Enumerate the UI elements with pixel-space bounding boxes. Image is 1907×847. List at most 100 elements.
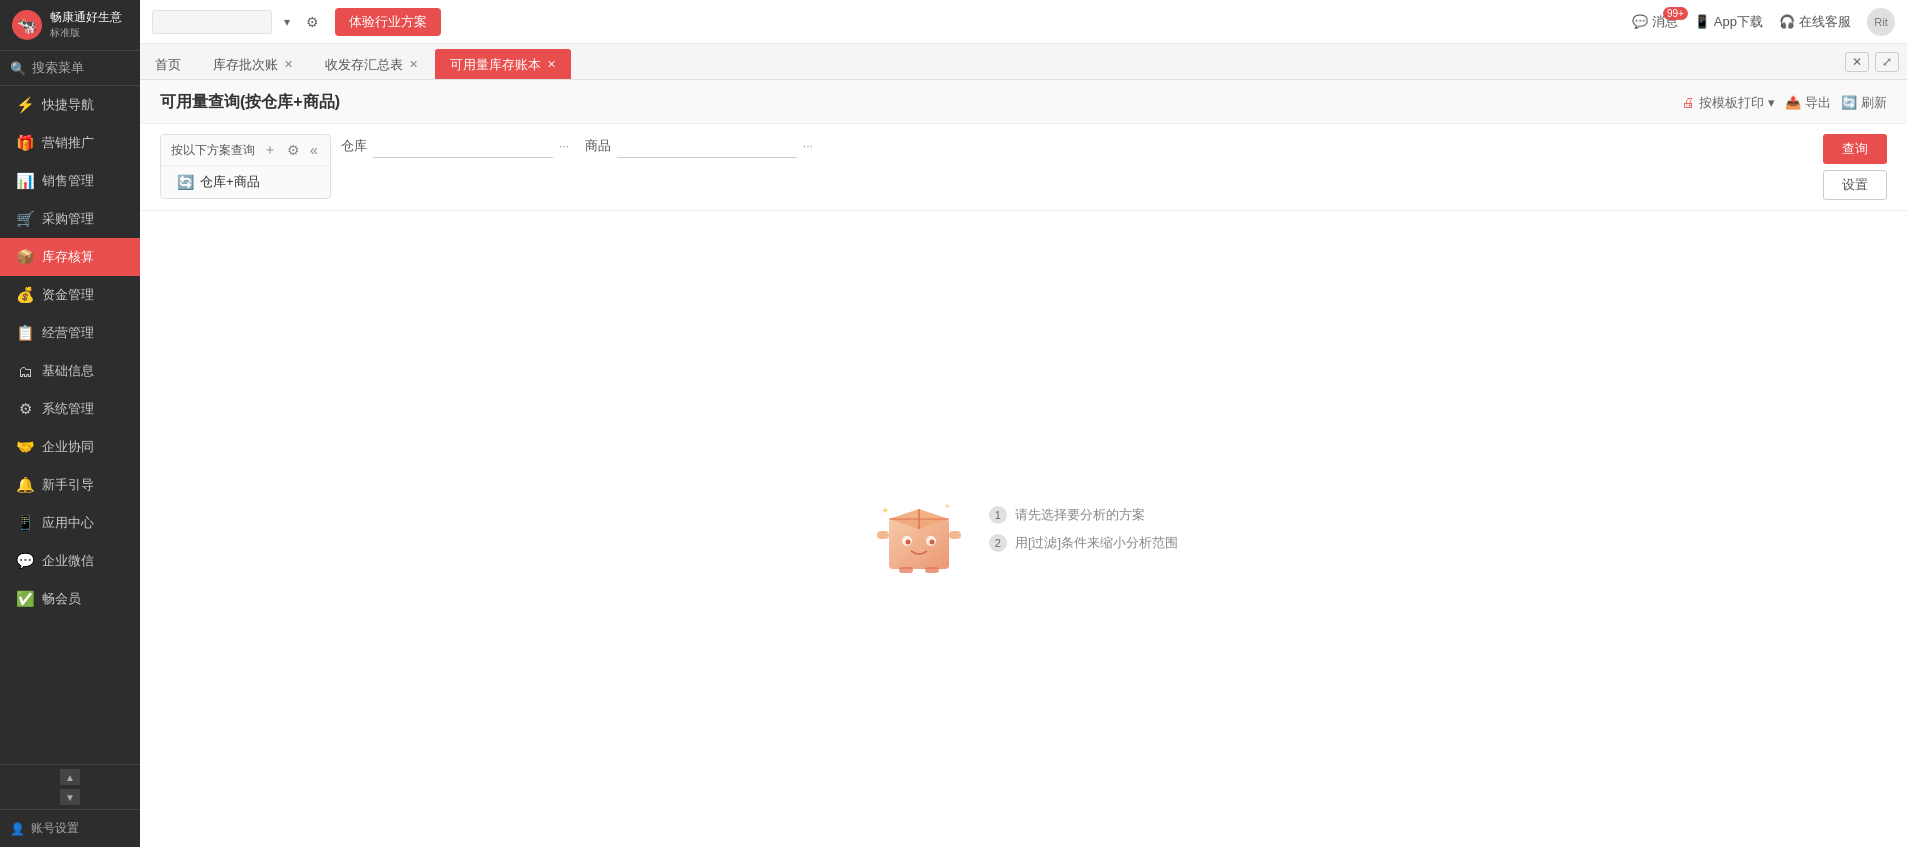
sidebar-brand: 🐄 畅康通好生意 标准版	[0, 0, 140, 51]
sidebar-nav: ⚡ 快捷导航 🎁 营销推广 📊 销售管理 🛒 采购管理 📦 库存核算 💰 资金管…	[0, 86, 140, 764]
warehouse-more-btn[interactable]: ···	[559, 139, 569, 153]
sidebar-item-inventory[interactable]: 📦 库存核算	[0, 238, 140, 276]
tab-label-home: 首页	[155, 56, 181, 74]
sidebar-item-app-center[interactable]: 📱 应用中心	[0, 504, 140, 542]
tabs-maximize-btn[interactable]: ⤢	[1875, 52, 1899, 72]
sidebar-item-quick-nav[interactable]: ⚡ 快捷导航	[0, 86, 140, 124]
goods-input[interactable]	[617, 134, 797, 158]
brand-name: 畅康通好生意	[50, 10, 122, 26]
nav-icon-member: ✅	[16, 590, 34, 608]
footer-label: 账号设置	[31, 820, 79, 837]
scheme-item-warehouse-goods[interactable]: 🔄 仓库+商品	[161, 166, 330, 198]
sidebar-item-operations[interactable]: 📋 经营管理	[0, 314, 140, 352]
sidebar: 🐄 畅康通好生意 标准版 🔍 搜索菜单 ⚡ 快捷导航 🎁 营销推广 📊 销售管理…	[0, 0, 140, 847]
sidebar-item-finance[interactable]: 💰 资金管理	[0, 276, 140, 314]
app-download-btn[interactable]: 📱 App下载	[1694, 13, 1763, 31]
sidebar-footer[interactable]: 👤 账号设置	[0, 809, 140, 847]
sidebar-search[interactable]: 🔍 搜索菜单	[0, 51, 140, 86]
sidebar-item-enterprise[interactable]: 🤝 企业协同	[0, 428, 140, 466]
scheme-settings-btn[interactable]: ⚙	[285, 142, 302, 158]
app-icon: 📱	[1694, 14, 1710, 29]
industry-btn[interactable]: 体验行业方案	[335, 8, 441, 36]
empty-state: ✦ ✦ 1 请先选择要分析的方案 2 用[过滤]条件来缩小分析范围	[140, 211, 1907, 847]
tab-home[interactable]: 首页	[140, 49, 196, 79]
brand-text-group: 畅康通好生意 标准版	[50, 10, 122, 40]
user-avatar[interactable]: Rit	[1867, 8, 1895, 36]
nav-icon-basic-info: 🗂	[16, 363, 34, 380]
sidebar-scroll-up[interactable]: ▲	[60, 769, 80, 785]
scheme-collapse-btn[interactable]: «	[308, 142, 320, 158]
empty-hint-2: 2 用[过滤]条件来缩小分析范围	[989, 534, 1178, 552]
tab-label-available-qty: 可用量库存账本	[450, 56, 541, 74]
svg-rect-8	[877, 531, 889, 539]
sidebar-item-purchase[interactable]: 🛒 采购管理	[0, 200, 140, 238]
tab-close-receipt-summary[interactable]: ✕	[409, 58, 418, 71]
nav-icon-marketing: 🎁	[16, 134, 34, 152]
nav-label-member: 畅会员	[42, 590, 81, 608]
sidebar-item-wechat[interactable]: 💬 企业微信	[0, 542, 140, 580]
sidebar-item-guide[interactable]: 🔔 新手引导	[0, 466, 140, 504]
tab-available-qty[interactable]: 可用量库存账本 ✕	[435, 49, 571, 79]
nav-icon-inventory: 📦	[16, 248, 34, 266]
nav-label-operations: 经营管理	[42, 324, 94, 342]
nav-label-quick-nav: 快捷导航	[42, 96, 94, 114]
tab-receipt-summary[interactable]: 收发存汇总表 ✕	[310, 49, 433, 79]
nav-label-enterprise: 企业协同	[42, 438, 94, 456]
service-icon: 🎧	[1779, 14, 1795, 29]
tab-close-batch-account[interactable]: ✕	[284, 58, 293, 71]
query-btn[interactable]: 查询	[1823, 134, 1887, 164]
topbar-dropdown-btn[interactable]: ▾	[280, 11, 294, 33]
sidebar-item-basic-info[interactable]: 🗂 基础信息	[0, 352, 140, 390]
nav-label-system: 系统管理	[42, 400, 94, 418]
export-btn[interactable]: 📤 导出	[1785, 94, 1831, 112]
nav-icon-finance: 💰	[16, 286, 34, 304]
message-btn[interactable]: 💬 消息 99+	[1632, 13, 1678, 31]
message-badge: 99+	[1663, 7, 1688, 20]
sidebar-item-member[interactable]: ✅ 畅会员	[0, 580, 140, 618]
search-icon: 🔍	[10, 61, 26, 76]
scheme-add-btn[interactable]: ＋	[261, 141, 279, 159]
tab-label-batch-account: 库存批次账	[213, 56, 278, 74]
topbar-gear-btn[interactable]: ⚙	[302, 10, 323, 34]
sidebar-item-marketing[interactable]: 🎁 营销推广	[0, 124, 140, 162]
nav-icon-operations: 📋	[16, 324, 34, 342]
svg-rect-10	[899, 567, 913, 573]
warehouse-input[interactable]	[373, 134, 553, 158]
nav-icon-system: ⚙	[16, 400, 34, 418]
sidebar-item-sales[interactable]: 📊 销售管理	[0, 162, 140, 200]
topbar-search-input[interactable]	[152, 10, 272, 34]
goods-more-btn[interactable]: ···	[803, 139, 813, 153]
print-icon: 🖨	[1682, 95, 1695, 110]
filter-scheme-header: 按以下方案查询 ＋ ⚙ «	[161, 135, 330, 166]
online-service-label: 在线客服	[1799, 13, 1851, 31]
sidebar-scroll-down[interactable]: ▼	[60, 789, 80, 805]
nav-icon-purchase: 🛒	[16, 210, 34, 228]
refresh-icon: 🔄	[1841, 95, 1857, 110]
online-service-btn[interactable]: 🎧 在线客服	[1779, 13, 1851, 31]
brand-icon: 🐄	[12, 10, 42, 40]
refresh-label: 刷新	[1861, 94, 1887, 112]
warehouse-label: 仓库	[341, 137, 367, 155]
nav-label-wechat: 企业微信	[42, 552, 94, 570]
print-btn[interactable]: 🖨 按模板打印 ▾	[1682, 94, 1775, 112]
tabs-right-controls: ✕ ⤢	[1845, 52, 1899, 72]
tabs-close-btn[interactable]: ✕	[1845, 52, 1869, 72]
settings-btn[interactable]: 设置	[1823, 170, 1887, 200]
sidebar-item-system[interactable]: ⚙ 系统管理	[0, 390, 140, 428]
topbar: ▾ ⚙ 体验行业方案 💬 消息 99+ 📱 App下载 🎧 在线客服 Rit	[140, 0, 1907, 44]
nav-label-inventory: 库存核算	[42, 248, 94, 266]
nav-label-marketing: 营销推广	[42, 134, 94, 152]
nav-icon-guide: 🔔	[16, 476, 34, 494]
nav-label-finance: 资金管理	[42, 286, 94, 304]
nav-icon-enterprise: 🤝	[16, 438, 34, 456]
app-download-label: App下载	[1714, 13, 1763, 31]
tab-label-receipt-summary: 收发存汇总表	[325, 56, 403, 74]
export-icon: 📤	[1785, 95, 1801, 110]
tab-close-available-qty[interactable]: ✕	[547, 58, 556, 71]
hint-text-2: 用[过滤]条件来缩小分析范围	[1015, 534, 1178, 552]
refresh-btn[interactable]: 🔄 刷新	[1841, 94, 1887, 112]
print-dropdown-icon: ▾	[1768, 95, 1775, 110]
topbar-right: 💬 消息 99+ 📱 App下载 🎧 在线客服 Rit	[1632, 8, 1895, 36]
page-content: 可用量查询(按仓库+商品) 🖨 按模板打印 ▾ 📤 导出 🔄 刷新	[140, 80, 1907, 847]
tab-batch-account[interactable]: 库存批次账 ✕	[198, 49, 308, 79]
